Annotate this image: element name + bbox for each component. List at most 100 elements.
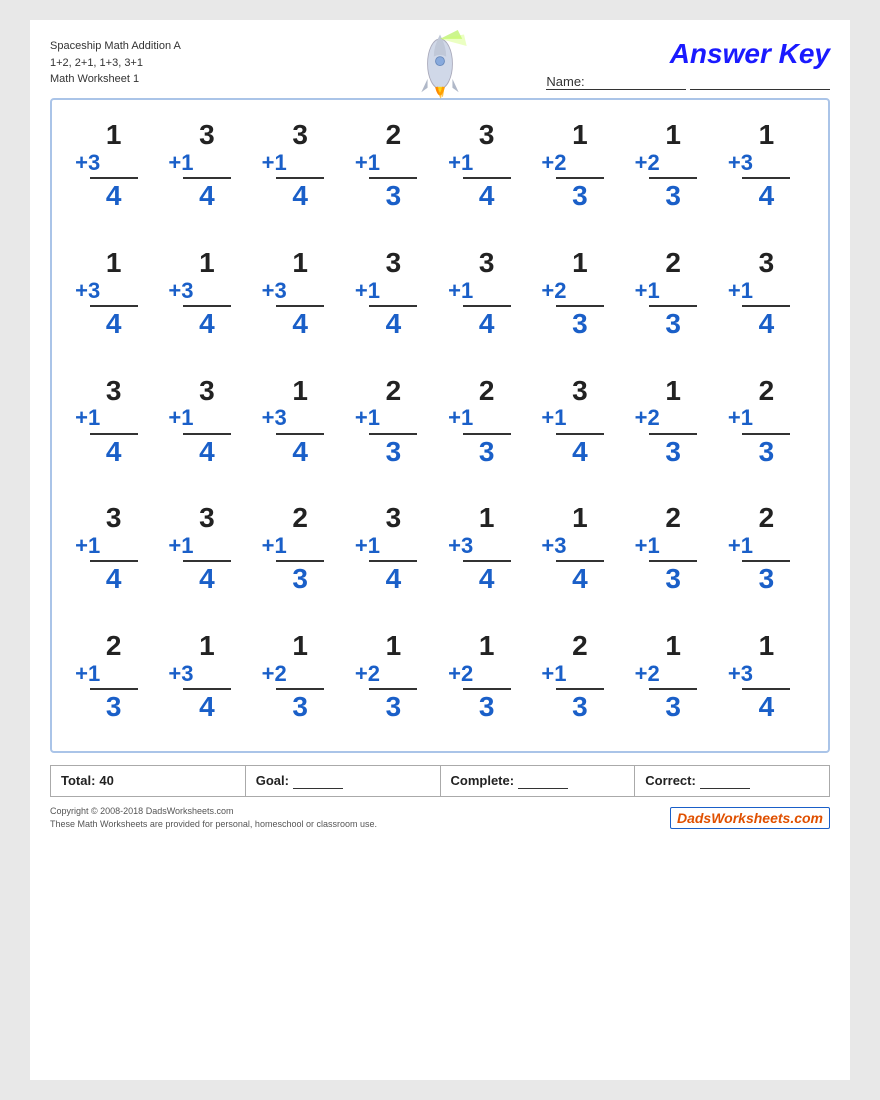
num-answer: 4 — [106, 181, 122, 212]
num-add: +1 — [444, 279, 473, 303]
total-label: Total: — [61, 773, 95, 788]
num-top: 1 — [759, 631, 775, 662]
num-add: +3 — [258, 406, 287, 430]
num-answer: 4 — [759, 692, 775, 723]
num-answer: 4 — [759, 181, 775, 212]
divider-line — [276, 560, 324, 562]
num-top: 1 — [292, 376, 308, 407]
problem-4-1: 1+34 — [164, 631, 249, 723]
divider-line — [276, 688, 324, 690]
num-top: 1 — [572, 120, 588, 151]
dads-logo-text: DadsWorksheets.com — [677, 810, 823, 826]
num-top: 3 — [386, 503, 402, 534]
divider-line — [649, 560, 697, 562]
problem-row-3: 3+143+142+133+141+341+342+132+13 — [67, 493, 813, 613]
num-answer: 3 — [479, 437, 495, 468]
divider-line — [742, 433, 790, 435]
num-answer: 3 — [665, 437, 681, 468]
num-answer: 4 — [479, 564, 495, 595]
divider-line — [369, 688, 417, 690]
copyright-line1: Copyright © 2008-2018 DadsWorksheets.com — [50, 805, 377, 818]
divider-line — [183, 688, 231, 690]
footer-complete: Complete: — [441, 766, 636, 796]
num-add: +1 — [724, 279, 753, 303]
divider-line — [183, 177, 231, 179]
divider-line — [90, 433, 138, 435]
divider-line — [183, 433, 231, 435]
divider-line — [369, 305, 417, 307]
page: Spaceship Math Addition A 1+2, 2+1, 1+3,… — [30, 20, 850, 1080]
num-add: +2 — [351, 662, 380, 686]
complete-label: Complete: — [451, 773, 515, 788]
problem-2-7: 2+13 — [724, 376, 809, 468]
num-top: 2 — [759, 503, 775, 534]
divider-line — [276, 177, 324, 179]
divider-line — [90, 688, 138, 690]
problem-row-0: 1+343+143+142+133+141+231+231+34 — [67, 110, 813, 230]
num-answer: 4 — [106, 437, 122, 468]
num-top: 2 — [106, 631, 122, 662]
num-answer: 3 — [759, 564, 775, 595]
problem-4-7: 1+34 — [724, 631, 809, 723]
name-underline — [690, 74, 830, 90]
rocket-container — [405, 30, 475, 115]
problem-0-5: 1+23 — [537, 120, 622, 212]
num-add: +1 — [164, 151, 193, 175]
num-add: +1 — [258, 151, 287, 175]
num-answer: 3 — [665, 564, 681, 595]
divider-line — [556, 560, 604, 562]
complete-fill — [518, 773, 568, 789]
problem-4-5: 2+13 — [537, 631, 622, 723]
num-answer: 3 — [572, 692, 588, 723]
divider-line — [463, 688, 511, 690]
problem-1-2: 1+34 — [258, 248, 343, 340]
num-answer: 3 — [479, 692, 495, 723]
problem-2-5: 3+14 — [537, 376, 622, 468]
num-answer: 4 — [199, 564, 215, 595]
divider-line — [556, 177, 604, 179]
num-add: +1 — [444, 406, 473, 430]
num-add: +2 — [631, 662, 660, 686]
header-right: Answer Key Name: — [546, 38, 830, 90]
num-top: 3 — [199, 120, 215, 151]
num-add: +1 — [258, 534, 287, 558]
num-add: +3 — [724, 662, 753, 686]
divider-line — [649, 433, 697, 435]
problem-1-3: 3+14 — [351, 248, 436, 340]
problem-3-4: 1+34 — [444, 503, 529, 595]
problem-1-0: 1+34 — [71, 248, 156, 340]
header-left: Spaceship Math Addition A 1+2, 2+1, 1+3,… — [50, 38, 181, 88]
num-top: 3 — [386, 248, 402, 279]
num-add: +3 — [71, 279, 100, 303]
problem-row-4: 2+131+341+231+231+232+131+231+34 — [67, 621, 813, 741]
divider-line — [369, 177, 417, 179]
num-top: 2 — [386, 376, 402, 407]
divider-line — [90, 177, 138, 179]
footer-box: Total: 40 Goal: Complete: Correct: — [50, 765, 830, 797]
num-add: +1 — [351, 151, 380, 175]
divider-line — [463, 433, 511, 435]
num-answer: 3 — [759, 437, 775, 468]
num-add: +2 — [258, 662, 287, 686]
num-top: 1 — [572, 503, 588, 534]
num-answer: 4 — [572, 564, 588, 595]
num-add: +2 — [537, 279, 566, 303]
num-add: +3 — [164, 279, 193, 303]
problem-4-3: 1+23 — [351, 631, 436, 723]
num-add: +1 — [537, 662, 566, 686]
problems-grid: 1+343+143+142+133+141+231+231+341+341+34… — [67, 110, 813, 741]
num-top: 1 — [665, 376, 681, 407]
footer-total: Total: 40 — [51, 766, 246, 796]
problem-3-3: 3+14 — [351, 503, 436, 595]
divider-line — [183, 305, 231, 307]
copyright-line2: These Math Worksheets are provided for p… — [50, 818, 377, 831]
num-add: +3 — [164, 662, 193, 686]
divider-line — [463, 560, 511, 562]
num-answer: 4 — [106, 309, 122, 340]
problem-0-0: 1+34 — [71, 120, 156, 212]
num-top: 1 — [572, 248, 588, 279]
num-add: +1 — [631, 534, 660, 558]
num-top: 2 — [665, 248, 681, 279]
num-answer: 4 — [199, 692, 215, 723]
goal-fill — [293, 773, 343, 789]
